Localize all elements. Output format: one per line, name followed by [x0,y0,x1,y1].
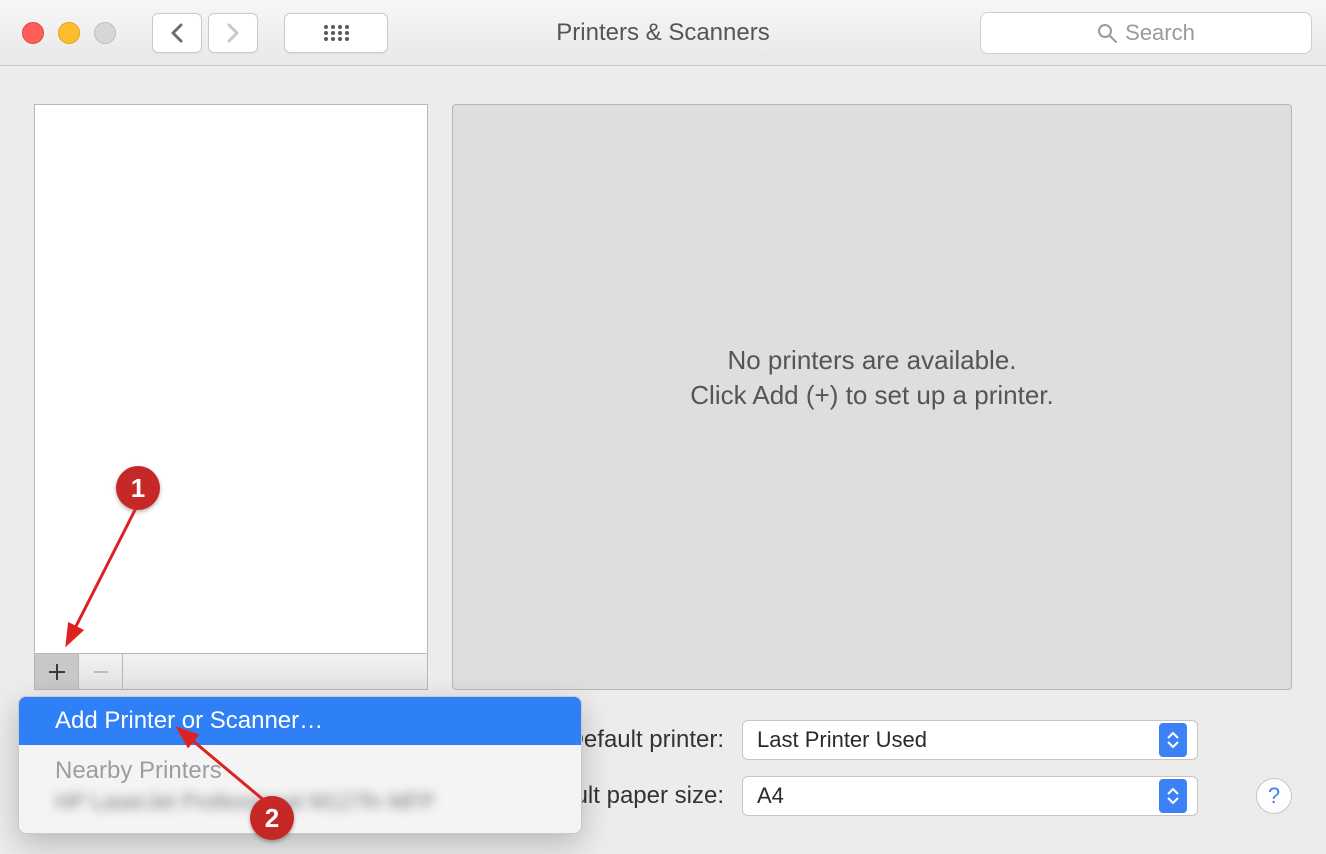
paper-size-value: A4 [757,783,784,809]
menu-item-nearby-printer[interactable]: HP LaserJet Professional M127fn MFP [19,789,581,815]
annotation-badge-2: 2 [250,796,294,840]
add-printer-button[interactable] [35,654,79,689]
search-placeholder: Search [1125,20,1195,46]
plus-icon [48,663,66,681]
forward-button[interactable] [208,13,258,53]
default-printer-value: Last Printer Used [757,727,927,753]
list-toolbar [34,654,428,690]
paper-size-dropdown[interactable]: A4 [742,776,1198,816]
search-input[interactable]: Search [980,12,1312,54]
nav-button-group [152,13,258,53]
show-all-button[interactable] [284,13,388,53]
titlebar: Printers & Scanners Search [0,0,1326,66]
window-controls [22,22,116,44]
printer-list[interactable] [34,104,428,654]
back-button[interactable] [152,13,202,53]
minus-icon [92,663,110,681]
menu-heading-nearby-printers: Nearby Printers [19,745,581,789]
dropdown-arrows-icon [1159,723,1187,757]
remove-printer-button [79,654,123,689]
info-line-2: Click Add (+) to set up a printer. [690,378,1053,413]
chevron-right-icon [226,23,240,43]
info-line-1: No printers are available. [727,343,1016,378]
search-icon [1097,23,1117,43]
grid-icon [323,24,349,42]
dropdown-arrows-icon [1159,779,1187,813]
menu-item-add-printer-or-scanner[interactable]: Add Printer or Scanner… [19,697,581,745]
chevron-left-icon [170,23,184,43]
annotation-badge-1: 1 [116,466,160,510]
toolbar-spacer [123,654,427,689]
window-title: Printers & Scanners [556,19,769,47]
help-button[interactable]: ? [1256,778,1292,814]
maximize-button [94,22,116,44]
add-printer-context-menu: Add Printer or Scanner… Nearby Printers … [18,696,582,834]
default-printer-dropdown[interactable]: Last Printer Used [742,720,1198,760]
minimize-button[interactable] [58,22,80,44]
close-button[interactable] [22,22,44,44]
info-panel: No printers are available. Click Add (+)… [452,104,1292,690]
